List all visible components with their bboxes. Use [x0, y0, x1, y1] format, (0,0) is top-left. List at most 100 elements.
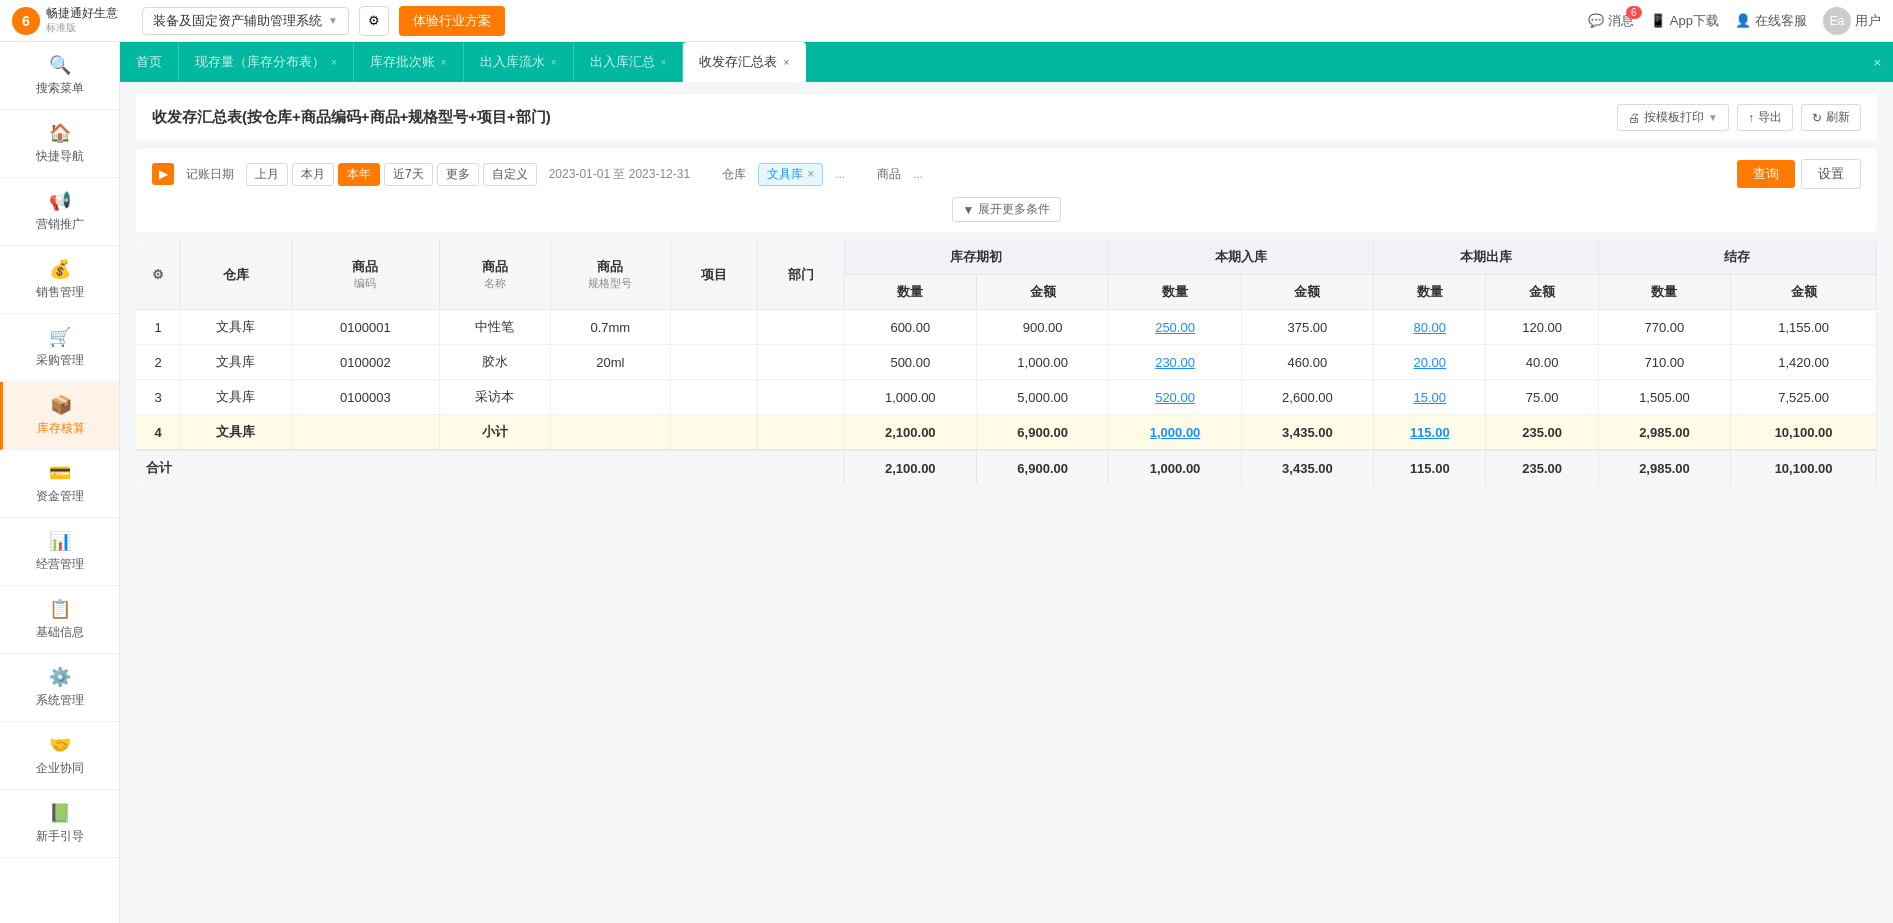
row-name: 小计 — [439, 415, 550, 451]
gear-button[interactable]: ⚙ — [359, 6, 389, 36]
row-bal-qty: 2,985.00 — [1598, 415, 1730, 451]
system-selector[interactable]: 装备及固定资产辅助管理系统 ▼ — [142, 7, 349, 35]
settings-button[interactable]: 设置 — [1801, 159, 1861, 189]
refresh-button[interactable]: ↻ 刷新 — [1801, 104, 1861, 131]
th-in-qty: 数量 — [1109, 275, 1241, 310]
row-out-qty-link[interactable]: 80.00 — [1414, 320, 1447, 335]
row-open-qty: 500.00 — [844, 345, 976, 380]
guide-icon: 📗 — [49, 802, 71, 824]
row-code: 0100001 — [291, 310, 439, 345]
row-dept — [757, 310, 844, 345]
row-open-qty: 1,000.00 — [844, 380, 976, 415]
row-dept — [757, 345, 844, 380]
th-bal-amt: 金额 — [1731, 275, 1877, 310]
row-project — [670, 380, 757, 415]
row-in-qty[interactable]: 250.00 — [1109, 310, 1241, 345]
row-in-qty-link[interactable]: 520.00 — [1155, 390, 1195, 405]
date-btn-more[interactable]: 更多 — [437, 163, 479, 186]
table-row: 2文具库0100002胶水20ml500.001,000.00230.00460… — [136, 345, 1877, 380]
tab-batch[interactable]: 库存批次账 × — [354, 42, 464, 82]
date-btn-last-month[interactable]: 上月 — [246, 163, 288, 186]
tab-close-stock-dist[interactable]: × — [331, 57, 337, 68]
sidebar-label-basic: 基础信息 — [36, 624, 84, 641]
date-range-display: 2023-01-01 至 2023-12-31 — [549, 166, 690, 183]
row-project — [670, 310, 757, 345]
tab-flow[interactable]: 出入库流水 × — [464, 42, 574, 82]
row-out-amt: 75.00 — [1486, 380, 1598, 415]
row-in-qty[interactable]: 520.00 — [1109, 380, 1241, 415]
sidebar-item-basic[interactable]: 📋 基础信息 — [0, 586, 119, 654]
row-out-qty[interactable]: 115.00 — [1374, 415, 1486, 451]
tab-batch-label: 库存批次账 — [370, 53, 435, 71]
row-in-qty-link[interactable]: 1,000.00 — [1150, 425, 1201, 440]
sidebar-item-quick[interactable]: 🏠 快捷导航 — [0, 110, 119, 178]
tab-close-receive-summary[interactable]: × — [783, 57, 789, 68]
sidebar-item-inventory[interactable]: 📦 库存核算 — [0, 382, 119, 450]
row-out-qty-link[interactable]: 20.00 — [1414, 355, 1447, 370]
row-spec: 20ml — [550, 345, 670, 380]
sidebar-item-sales[interactable]: 💰 销售管理 — [0, 246, 119, 314]
sidebar-item-marketing[interactable]: 📢 营销推广 — [0, 178, 119, 246]
goods-more[interactable]: ... — [913, 167, 923, 181]
sidebar-item-guide[interactable]: 📗 新手引导 — [0, 790, 119, 858]
date-btn-custom[interactable]: 自定义 — [483, 163, 537, 186]
query-button[interactable]: 查询 — [1737, 160, 1795, 188]
tab-receive-summary[interactable]: 收发存汇总表 × — [683, 42, 806, 82]
online-service-button[interactable]: 👤 在线客服 — [1735, 12, 1807, 30]
row-dept — [757, 380, 844, 415]
date-btn-this-year[interactable]: 本年 — [338, 163, 380, 186]
sidebar-item-coop[interactable]: 🤝 企业协同 — [0, 722, 119, 790]
row-in-qty-link[interactable]: 230.00 — [1155, 355, 1195, 370]
row-out-qty[interactable]: 80.00 — [1374, 310, 1486, 345]
row-in-qty[interactable]: 230.00 — [1109, 345, 1241, 380]
message-icon: 💬 — [1588, 13, 1604, 28]
tab-close-flow[interactable]: × — [551, 57, 557, 68]
sidebar-label-system: 系统管理 — [36, 692, 84, 709]
th-bal-qty: 数量 — [1598, 275, 1730, 310]
row-out-qty-link[interactable]: 115.00 — [1410, 425, 1450, 440]
column-settings-icon[interactable]: ⚙ — [146, 263, 170, 287]
warehouse-more[interactable]: ... — [835, 167, 845, 181]
row-in-qty[interactable]: 1,000.00 — [1109, 415, 1241, 451]
row-in-qty-link[interactable]: 250.00 — [1155, 320, 1195, 335]
table-row: 1文具库0100001中性笔0.7mm600.00900.00250.00375… — [136, 310, 1877, 345]
row-warehouse: 文具库 — [181, 380, 292, 415]
export-icon: ↑ — [1748, 111, 1754, 125]
tab-bar-close-button[interactable]: × — [1861, 42, 1893, 82]
tab-close-batch[interactable]: × — [441, 57, 447, 68]
footer-open-qty: 2,100.00 — [844, 450, 976, 485]
export-button[interactable]: ↑ 导出 — [1737, 104, 1793, 131]
tab-stock-dist[interactable]: 现存量（库存分布表） × — [179, 42, 354, 82]
sidebar-item-finance[interactable]: 💳 资金管理 — [0, 450, 119, 518]
row-out-amt: 120.00 — [1486, 310, 1598, 345]
date-btn-this-month[interactable]: 本月 — [292, 163, 334, 186]
message-button[interactable]: 💬 消息 6 — [1588, 12, 1634, 30]
row-open-amt: 900.00 — [976, 310, 1108, 345]
sidebar-item-system[interactable]: ⚙️ 系统管理 — [0, 654, 119, 722]
row-out-qty[interactable]: 20.00 — [1374, 345, 1486, 380]
app-download-button[interactable]: 📱 App下载 — [1650, 12, 1719, 30]
filter-row-date: ▶ 记账日期 上月 本月 本年 近7天 更多 自定义 2023-01-01 至 … — [152, 159, 1861, 189]
warehouse-filter-tag[interactable]: 文具库 × — [758, 163, 823, 186]
tab-close-summary-io[interactable]: × — [661, 57, 667, 68]
warehouse-tag-remove[interactable]: × — [807, 167, 814, 181]
th-name: 商品 名称 — [439, 240, 550, 310]
row-out-qty-link[interactable]: 15.00 — [1414, 390, 1447, 405]
sidebar-item-search[interactable]: 🔍 搜索菜单 — [0, 42, 119, 110]
filter-expand-arrow[interactable]: ▶ — [152, 163, 174, 185]
trial-button[interactable]: 体验行业方案 — [399, 6, 505, 36]
row-out-qty[interactable]: 15.00 — [1374, 380, 1486, 415]
row-warehouse: 文具库 — [181, 345, 292, 380]
sidebar-item-business[interactable]: 📊 经营管理 — [0, 518, 119, 586]
user-area[interactable]: Ea 用户 — [1823, 7, 1881, 35]
row-in-amt: 460.00 — [1241, 345, 1373, 380]
service-icon: 👤 — [1735, 13, 1751, 28]
sidebar-item-purchase[interactable]: 🛒 采购管理 — [0, 314, 119, 382]
tab-home[interactable]: 首页 — [120, 42, 179, 82]
date-btn-7days[interactable]: 近7天 — [384, 163, 433, 186]
print-button[interactable]: 🖨 按模板打印 ▼ — [1617, 104, 1729, 131]
expand-more-button[interactable]: ▼ 展开更多条件 — [952, 197, 1062, 222]
tab-summary-io[interactable]: 出入库汇总 × — [574, 42, 684, 82]
row-name: 中性笔 — [439, 310, 550, 345]
row-bal-amt: 7,525.00 — [1731, 380, 1877, 415]
